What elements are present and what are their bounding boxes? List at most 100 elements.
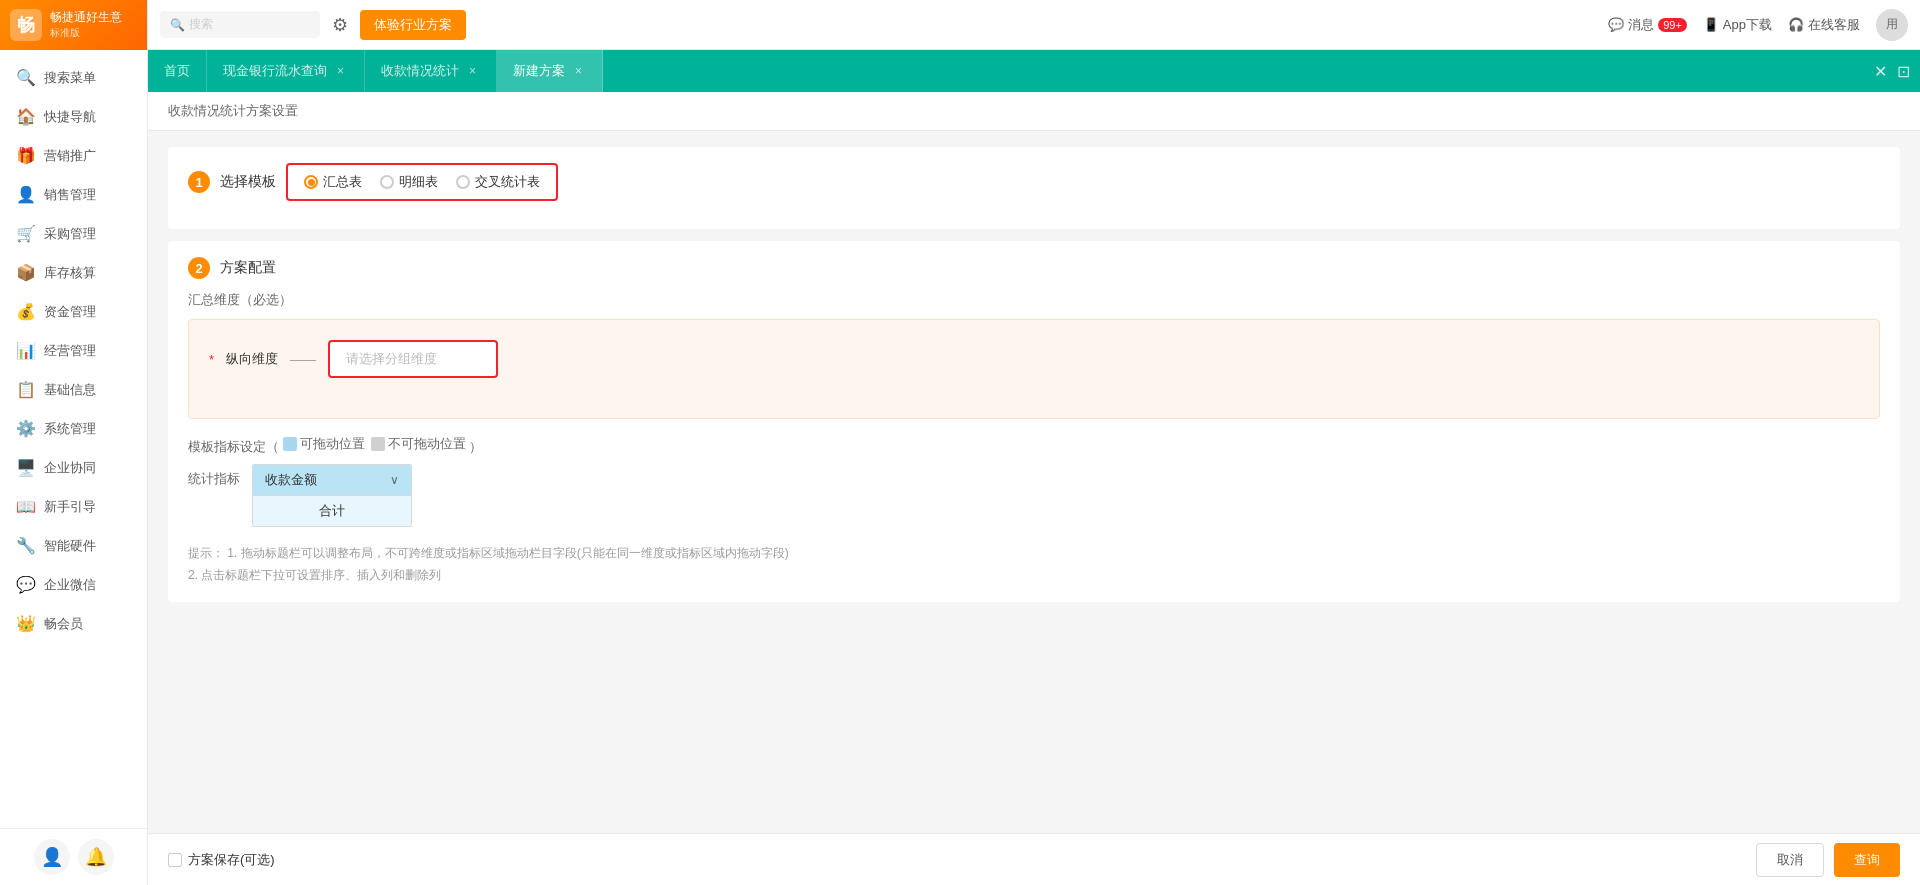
sidebar-label-system: 系统管理: [44, 420, 96, 438]
sidebar-item-inventory[interactable]: 📦 库存核算: [0, 253, 147, 292]
sidebar-label-smart-hw: 智能硬件: [44, 537, 96, 555]
footer-buttons: 取消 查询: [1756, 843, 1900, 877]
legend-fixed: 不可拖动位置: [371, 435, 466, 453]
chart-icon: 📊: [16, 341, 36, 360]
radio-cross-label: 交叉统计表: [475, 173, 540, 191]
app-icon: 📱: [1703, 17, 1719, 32]
user-icon: 👤: [16, 185, 36, 204]
wrench-icon: 🔧: [16, 536, 36, 555]
tab-receipt-stats[interactable]: 收款情况统计 ×: [365, 50, 497, 92]
stat-title: 统计指标: [188, 464, 240, 488]
tab-new-plan-close[interactable]: ×: [571, 62, 586, 80]
sidebar-label-finance: 资金管理: [44, 303, 96, 321]
tab-bank-flow[interactable]: 现金银行流水查询 ×: [207, 50, 365, 92]
window-close-icon[interactable]: ✕: [1874, 62, 1887, 81]
save-checkbox-label: 方案保存(可选): [188, 851, 275, 869]
dimension-placeholder: 请选择分组维度: [346, 351, 437, 366]
sidebar-item-finance[interactable]: 💰 资金管理: [0, 292, 147, 331]
sidebar-item-enterprise-wechat[interactable]: 💬 企业微信: [0, 565, 147, 604]
radio-dot-summary: [304, 175, 318, 189]
tips-section: 提示： 1. 拖动标题栏可以调整布局，不可跨维度或指标区域拖动栏目字段(只能在同…: [188, 543, 1880, 586]
app-download-btn[interactable]: 📱 App下载: [1703, 16, 1772, 34]
step2-number: 2: [188, 257, 210, 279]
sidebar-item-smart-hw[interactable]: 🔧 智能硬件: [0, 526, 147, 565]
radio-summary-label: 汇总表: [323, 173, 362, 191]
header: 🔍 搜索 ⚙ 体验行业方案 💬 消息 99+ 📱 App下载 🎧 在线客服 用: [148, 0, 1920, 50]
window-expand-icon[interactable]: ⊡: [1897, 62, 1910, 81]
sidebar-notification-btn[interactable]: 🔔: [78, 839, 114, 875]
stat-table: 收款金额 ∨ 合计: [252, 464, 412, 527]
indicator-section: 模板指标设定（ 可拖动位置 不可拖动位置 ）: [188, 435, 1880, 527]
dimension-arrow: ——: [290, 352, 316, 367]
sidebar-label-operations: 经营管理: [44, 342, 96, 360]
sidebar-item-marketing[interactable]: 🎁 营销推广: [0, 136, 147, 175]
crown-icon: 👑: [16, 614, 36, 633]
sidebar-item-enterprise-collab[interactable]: 🖥️ 企业协同: [0, 448, 147, 487]
chat-icon: 💬: [16, 575, 36, 594]
avatar[interactable]: 用: [1876, 9, 1908, 41]
page-body: 1 选择模板 汇总表 明细表: [148, 131, 1920, 618]
dimension-selector-btn[interactable]: 请选择分组维度: [328, 340, 498, 378]
search-placeholder: 搜索: [189, 16, 213, 33]
step1-title: 选择模板: [220, 173, 276, 191]
content-area: 收款情况统计方案设置 1 选择模板 汇总表: [148, 92, 1920, 885]
header-search-box[interactable]: 🔍 搜索: [160, 11, 320, 38]
radio-summary[interactable]: 汇总表: [304, 173, 362, 191]
cart-icon: 🛒: [16, 224, 36, 243]
save-checkbox-box[interactable]: [168, 853, 182, 867]
sidebar-item-purchase[interactable]: 🛒 采购管理: [0, 214, 147, 253]
indicator-legend: 可拖动位置 不可拖动位置: [283, 435, 466, 453]
sidebar-item-sales[interactable]: 👤 销售管理: [0, 175, 147, 214]
sidebar-user-btn[interactable]: 👤: [34, 839, 70, 875]
chevron-down-icon[interactable]: ∨: [390, 473, 399, 487]
search-icon: 🔍: [170, 18, 185, 32]
sidebar-label-purchase: 采购管理: [44, 225, 96, 243]
sidebar: 畅 畅捷通好生意 标准版 🔍 搜索菜单 🏠 快捷导航 🎁 营销推广 👤 销售管理…: [0, 0, 148, 885]
radio-dot-cross: [456, 175, 470, 189]
gear-icon: ⚙️: [16, 419, 36, 438]
dimension-row: * 纵向维度 —— 请选择分组维度: [209, 340, 1859, 378]
stat-total-row: 合计: [253, 496, 411, 526]
main-area: 🔍 搜索 ⚙ 体验行业方案 💬 消息 99+ 📱 App下载 🎧 在线客服 用: [148, 0, 1920, 885]
logo-name: 畅捷通好生意: [50, 10, 122, 26]
sidebar-item-member[interactable]: 👑 畅会员: [0, 604, 147, 643]
sidebar-item-basic-info[interactable]: 📋 基础信息: [0, 370, 147, 409]
legend-draggable: 可拖动位置: [283, 435, 365, 453]
notification-btn[interactable]: 💬 消息 99+: [1608, 16, 1687, 34]
radio-detail[interactable]: 明细表: [380, 173, 438, 191]
tab-bank-flow-label: 现金银行流水查询: [223, 62, 327, 80]
tab-home-label: 首页: [164, 62, 190, 80]
sidebar-item-search-menu[interactable]: 🔍 搜索菜单: [0, 58, 147, 97]
sidebar-label-quick-nav: 快捷导航: [44, 108, 96, 126]
legend-dot-fixed: [371, 437, 385, 451]
support-btn[interactable]: 🎧 在线客服: [1788, 16, 1860, 34]
stat-header-row[interactable]: 收款金额 ∨: [253, 465, 411, 496]
dimension-area: * 纵向维度 —— 请选择分组维度: [188, 319, 1880, 419]
tab-bank-flow-close[interactable]: ×: [333, 62, 348, 80]
settings-icon[interactable]: ⚙: [328, 10, 352, 40]
query-button[interactable]: 查询: [1834, 843, 1900, 877]
sidebar-footer: 👤 🔔: [0, 828, 147, 885]
tab-new-plan-label: 新建方案: [513, 62, 565, 80]
stat-table-area: 统计指标 收款金额 ∨ 合计: [188, 464, 1880, 527]
sidebar-item-quick-nav[interactable]: 🏠 快捷导航: [0, 97, 147, 136]
tab-receipt-stats-close[interactable]: ×: [465, 62, 480, 80]
radio-dot-detail: [380, 175, 394, 189]
tab-new-plan[interactable]: 新建方案 ×: [497, 50, 603, 92]
step1-section: 1 选择模板 汇总表 明细表: [168, 147, 1900, 229]
sidebar-label-inventory: 库存核算: [44, 264, 96, 282]
legend-dot-draggable: [283, 437, 297, 451]
cancel-button[interactable]: 取消: [1756, 843, 1824, 877]
gift-icon: 🎁: [16, 146, 36, 165]
radio-cross[interactable]: 交叉统计表: [456, 173, 540, 191]
sidebar-nav: 🔍 搜索菜单 🏠 快捷导航 🎁 营销推广 👤 销售管理 🛒 采购管理 📦 库存核…: [0, 50, 147, 828]
sidebar-item-system[interactable]: ⚙️ 系统管理: [0, 409, 147, 448]
sidebar-item-operations[interactable]: 📊 经营管理: [0, 331, 147, 370]
user-text: 用: [1886, 16, 1898, 33]
tab-home[interactable]: 首页: [148, 50, 207, 92]
sidebar-item-beginner[interactable]: 📖 新手引导: [0, 487, 147, 526]
book-icon: 📖: [16, 497, 36, 516]
trial-button[interactable]: 体验行业方案: [360, 10, 466, 40]
step1-number: 1: [188, 171, 210, 193]
save-checkbox[interactable]: 方案保存(可选): [168, 851, 275, 869]
